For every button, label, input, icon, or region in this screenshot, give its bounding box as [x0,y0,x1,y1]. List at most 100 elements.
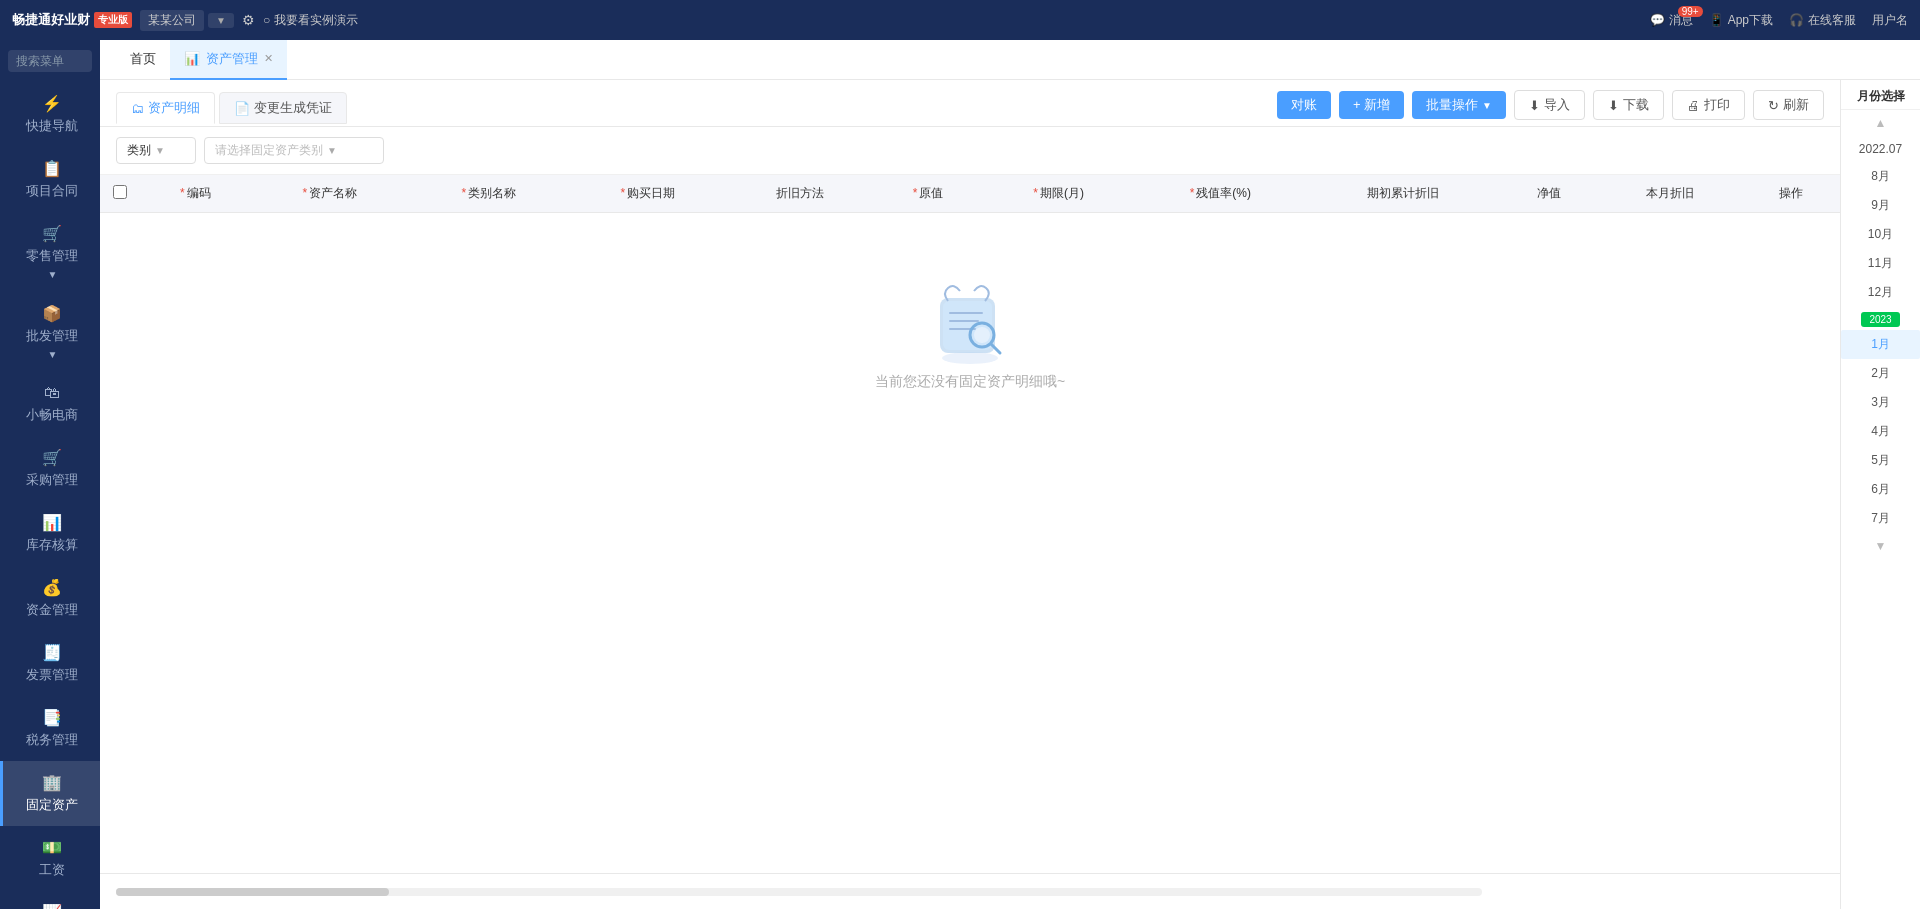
sidebar-search-area[interactable] [0,40,100,82]
tab-close-icon[interactable]: ✕ [264,52,273,65]
category-filter-select[interactable]: 类别 ▼ [116,137,196,164]
sidebar-item-ecommerce[interactable]: 🛍 小畅电商 [0,372,100,436]
fixed-assets-icon: 🏢 [42,773,62,792]
month-item-2022-08[interactable]: 8月 [1841,162,1920,191]
month-2023-02-label: 2月 [1871,365,1890,382]
month-2022-12-label: 12月 [1868,284,1893,301]
sub-tab-asset-detail-label: 资产明细 [148,99,200,117]
batch-label: 批量操作 [1426,96,1478,114]
print-button[interactable]: 🖨 打印 [1672,90,1745,120]
sidebar: ⚡ 快捷导航 📋 项目合同 🛒 零售管理 ▼ 📦 批发管理 ▼ 🛍 小畅电商 🛒… [0,40,100,909]
month-item-2022-09[interactable]: 9月 [1841,191,1920,220]
year-2023-badge: 2023 [1861,312,1899,327]
sidebar-item-fixed-assets-label: 固定资产 [26,796,78,814]
sidebar-item-payroll-label: 工资 [39,861,65,879]
download-icon: ⬇ [1608,98,1619,113]
sidebar-item-payroll[interactable]: 💵 工资 [0,826,100,891]
company-selector[interactable]: 某某公司 ▼ [140,10,234,31]
month-item-2023-05[interactable]: 5月 [1841,446,1920,475]
tab-bar: 首页 📊 资产管理 ✕ [100,40,1920,80]
asset-detail-icon: 🗂 [131,101,144,116]
svg-point-0 [942,352,998,364]
main-layout: ⚡ 快捷导航 📋 项目合同 🛒 零售管理 ▼ 📦 批发管理 ▼ 🛍 小畅电商 🛒… [0,40,1920,909]
retail-mgmt-arrow-icon: ▼ [48,269,58,280]
month-item-2022-11[interactable]: 11月 [1841,249,1920,278]
category-filter-input[interactable]: 请选择固定资产类别 ▼ [204,137,384,164]
month-item-2023-02[interactable]: 2月 [1841,359,1920,388]
company-chevron-icon: ▼ [208,13,234,28]
filter-left: 类别 ▼ 请选择固定资产类别 ▼ [116,137,384,164]
import-button[interactable]: ⬇ 导入 [1514,90,1585,120]
app-download-button[interactable]: 📱 App下载 [1709,12,1773,29]
month-2022-10-label: 10月 [1868,226,1893,243]
user-name: 用户名 [1872,13,1908,27]
category-select-arrow-icon: ▼ [155,145,165,156]
download-button[interactable]: ⬇ 下载 [1593,90,1664,120]
month-item-2023-01[interactable]: 1月 [1841,330,1920,359]
sidebar-item-tax-mgmt[interactable]: 📑 税务管理 [0,696,100,761]
table-area: 编码 资产名称 类别名称 购买日期 折旧方法 原值 期限(月) 残值率(%) 期… [100,175,1840,873]
bottom-bar [100,873,1840,909]
sidebar-item-operations-mgmt[interactable]: 📈 经营管理 [0,891,100,909]
month-item-2022-07[interactable]: 2022.07 [1841,136,1920,162]
reconcile-button[interactable]: 对账 [1277,91,1331,119]
col-accumulated-depreciation: 期初累计折旧 [1307,175,1501,213]
settings-icon[interactable]: ⚙ [242,12,255,28]
demo-link[interactable]: ○ 我要看实例演示 [263,12,358,29]
sidebar-item-invoice-mgmt[interactable]: 🧾 发票管理 [0,631,100,696]
sub-tab-change-voucher[interactable]: 📄 变更生成凭证 [219,92,347,124]
batch-arrow-icon: ▼ [1482,100,1492,111]
month-picker-nav-up[interactable]: ▲ [1841,110,1920,136]
online-service-button[interactable]: 🎧 在线客服 [1789,12,1856,29]
col-monthly-depreciation: 本月折旧 [1597,175,1742,213]
tab-home-label: 首页 [130,50,156,68]
empty-state-row: 当前您还没有固定资产明细哦~ [100,213,1840,452]
sidebar-item-fixed-assets[interactable]: 🏢 固定资产 [0,761,100,826]
app-download-label: App下载 [1728,12,1773,29]
sidebar-item-quick-nav[interactable]: ⚡ 快捷导航 [0,82,100,147]
search-menu-input[interactable] [8,50,92,72]
sub-tab-asset-detail[interactable]: 🗂 资产明细 [116,92,215,124]
app-name: 畅捷通好业财 [12,11,90,29]
sidebar-item-fund-mgmt-label: 资金管理 [26,601,78,619]
down-arrow-icon[interactable]: ▼ [1841,535,1920,557]
batch-operation-button[interactable]: 批量操作 ▼ [1412,91,1506,119]
horizontal-scrollbar[interactable] [116,888,1482,896]
empty-illustration [910,273,1030,373]
select-all-checkbox[interactable] [113,185,127,199]
sidebar-item-purchase-mgmt[interactable]: 🛒 采购管理 [0,436,100,501]
messages-button[interactable]: 💬 消息 99+ [1650,12,1693,29]
month-picker-nav-down[interactable]: ▼ [1841,533,1920,559]
service-label: 在线客服 [1808,12,1856,29]
sidebar-item-wholesale-mgmt[interactable]: 📦 批发管理 ▼ [0,292,100,372]
tab-home[interactable]: 首页 [116,40,170,80]
month-item-2023-07[interactable]: 7月 [1841,504,1920,533]
add-button[interactable]: + 新增 [1339,91,1404,119]
month-2022-08-label: 8月 [1871,168,1890,185]
sidebar-item-retail-mgmt[interactable]: 🛒 零售管理 ▼ [0,212,100,292]
month-2023-01-label: 1月 [1871,336,1890,353]
month-item-2023-04[interactable]: 4月 [1841,417,1920,446]
month-item-2022-10[interactable]: 10月 [1841,220,1920,249]
tab-asset-mgmt[interactable]: 📊 资产管理 ✕ [170,40,287,80]
month-item-2023-03[interactable]: 3月 [1841,388,1920,417]
user-info[interactable]: 用户名 [1872,12,1908,29]
assets-table: 编码 资产名称 类别名称 购买日期 折旧方法 原值 期限(月) 残值率(%) 期… [100,175,1840,451]
month-2022-11-label: 11月 [1868,255,1893,272]
select-all-header[interactable] [100,175,140,213]
tab-asset-mgmt-label: 资产管理 [206,50,258,68]
wholesale-mgmt-arrow-icon: ▼ [48,349,58,360]
top-bar: 畅捷通好业财 专业版 某某公司 ▼ ⚙ ○ 我要看实例演示 💬 消息 99+ 📱… [0,0,1920,40]
sidebar-item-project-contract[interactable]: 📋 项目合同 [0,147,100,212]
sidebar-item-purchase-mgmt-label: 采购管理 [26,471,78,489]
refresh-button[interactable]: ↻ 刷新 [1753,90,1824,120]
sidebar-item-fund-mgmt[interactable]: 💰 资金管理 [0,566,100,631]
month-item-2023-06[interactable]: 6月 [1841,475,1920,504]
up-arrow-icon[interactable]: ▲ [1841,112,1920,134]
month-item-2022-12[interactable]: 12月 [1841,278,1920,307]
col-period-months: 期限(月) [983,175,1134,213]
sidebar-item-inventory[interactable]: 📊 库存核算 [0,501,100,566]
svg-rect-2 [943,301,992,350]
refresh-icon: ↻ [1768,98,1779,113]
col-net-value: 净值 [1500,175,1597,213]
